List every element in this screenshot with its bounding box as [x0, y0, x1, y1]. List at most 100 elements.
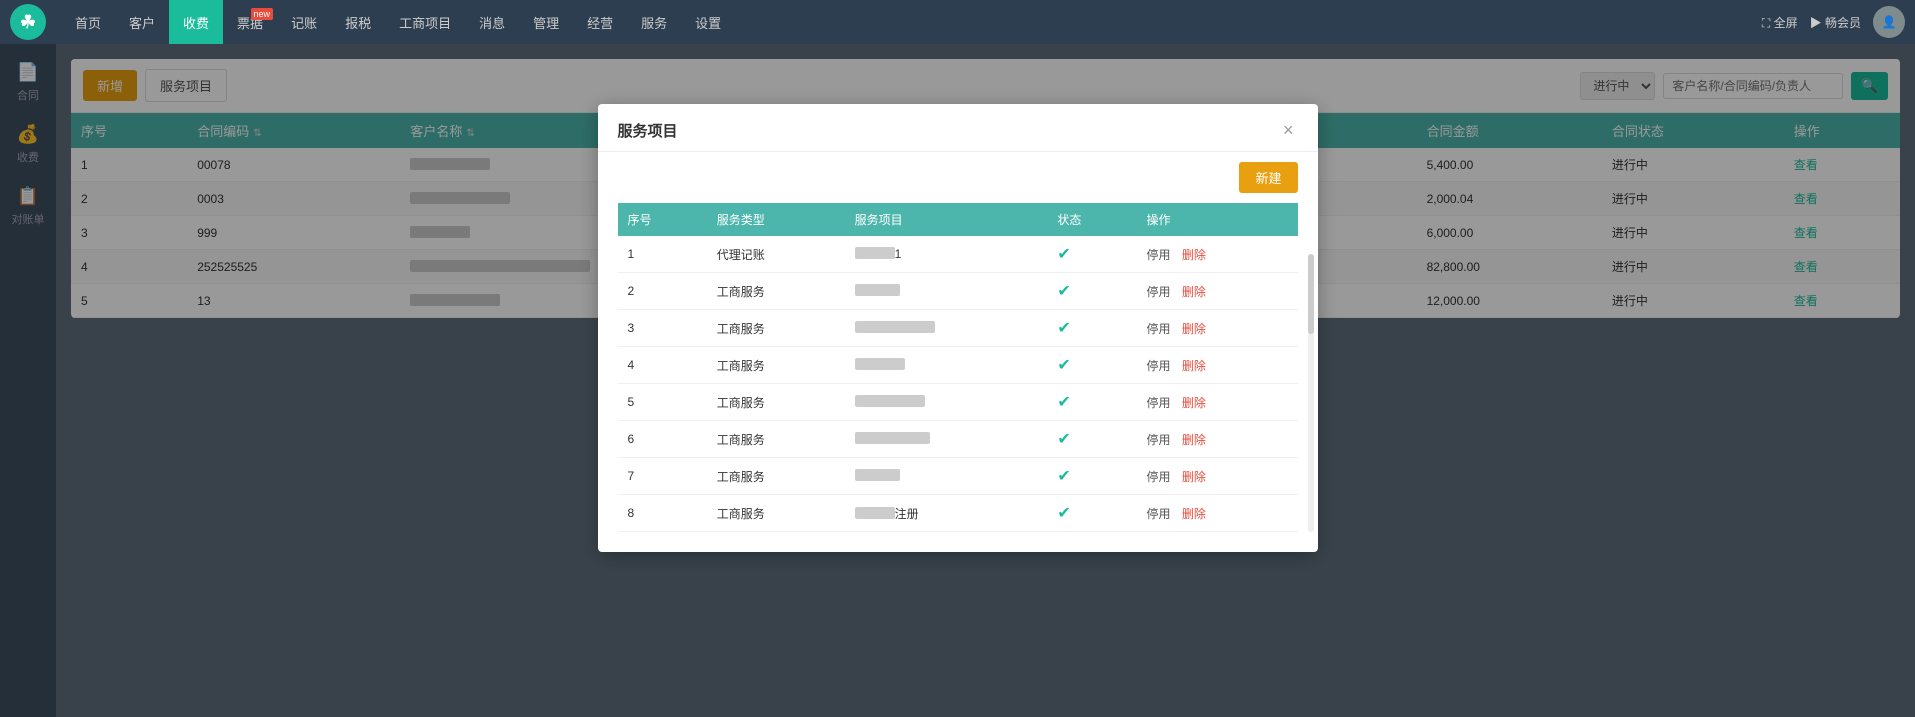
modal-cell-type: 工商服务: [707, 273, 845, 310]
modal-cell-item: 注册: [845, 495, 1048, 532]
modal-cell-status: ✔: [1047, 384, 1136, 421]
nav-customer[interactable]: 客户: [115, 0, 169, 44]
modal-table-row: 3 工商服务 ✔ 停用 删除: [618, 310, 1298, 347]
nav-manage[interactable]: 管理: [519, 0, 573, 44]
modal-cell-seq: 1: [618, 236, 707, 273]
nav-bookkeeping[interactable]: 记账: [277, 0, 331, 44]
status-check-icon: ✔: [1057, 283, 1070, 300]
modal-cell-item: [845, 310, 1048, 347]
status-check-icon: ✔: [1057, 394, 1070, 411]
stop-action[interactable]: 停用: [1147, 433, 1171, 447]
nav-home[interactable]: 首页: [61, 0, 115, 44]
modal-table-row: 7 工商服务 ✔ 停用 删除: [618, 458, 1298, 495]
modal-cell-actions: 停用 删除: [1137, 384, 1298, 421]
stop-action[interactable]: 停用: [1147, 396, 1171, 410]
modal-cell-type: 工商服务: [707, 384, 845, 421]
modal-cell-type: 工商服务: [707, 347, 845, 384]
modal-cell-item: [845, 347, 1048, 384]
modal-cell-actions: 停用 删除: [1137, 495, 1298, 532]
modal-cell-actions: 停用 删除: [1137, 458, 1298, 495]
modal-cell-seq: 5: [618, 384, 707, 421]
modal-cell-type: 工商服务: [707, 310, 845, 347]
nav-tax[interactable]: 报税: [331, 0, 385, 44]
modal-cell-seq: 2: [618, 273, 707, 310]
delete-action[interactable]: 删除: [1182, 285, 1206, 299]
modal-cell-type: 工商服务: [707, 421, 845, 458]
stop-action[interactable]: 停用: [1147, 248, 1171, 262]
modal-cell-seq: 7: [618, 458, 707, 495]
status-check-icon: ✔: [1057, 505, 1070, 522]
modal-new-button[interactable]: 新建: [1239, 162, 1297, 193]
modal-title: 服务项目: [618, 120, 678, 141]
modal-cell-actions: 停用 删除: [1137, 421, 1298, 458]
modal-cell-status: ✔: [1047, 458, 1136, 495]
modal-cell-actions: 停用 删除: [1137, 347, 1298, 384]
top-right-actions: ⛶ 全屏 ▶ 畅会员 👤: [1762, 6, 1905, 38]
status-check-icon: ✔: [1057, 320, 1070, 337]
modal-table-row: 1 代理记账 1 ✔ 停用 删除: [618, 236, 1298, 273]
status-check-icon: ✔: [1057, 246, 1070, 263]
service-table: 序号 服务类型 服务项目 状态 操作 1 代理记账 1 ✔ 停用 删除 2 工商…: [618, 203, 1298, 532]
modal-cell-item: [845, 273, 1048, 310]
nav-service[interactable]: 服务: [627, 0, 681, 44]
stop-action[interactable]: 停用: [1147, 359, 1171, 373]
status-check-icon: ✔: [1057, 431, 1070, 448]
modal-table-header: 序号 服务类型 服务项目 状态 操作: [618, 203, 1298, 236]
delete-action[interactable]: 删除: [1182, 396, 1206, 410]
modal-cell-seq: 3: [618, 310, 707, 347]
delete-action[interactable]: 删除: [1182, 470, 1206, 484]
modal-close-button[interactable]: ×: [1279, 120, 1298, 141]
modal-cell-item: [845, 421, 1048, 458]
delete-action[interactable]: 删除: [1182, 322, 1206, 336]
modal-cell-type: 代理记账: [707, 236, 845, 273]
stop-action[interactable]: 停用: [1147, 285, 1171, 299]
status-check-icon: ✔: [1057, 468, 1070, 485]
modal-cell-item: 1: [845, 236, 1048, 273]
modal-cell-seq: 6: [618, 421, 707, 458]
avatar[interactable]: 👤: [1873, 6, 1905, 38]
status-check-icon: ✔: [1057, 357, 1070, 374]
modal-cell-status: ✔: [1047, 495, 1136, 532]
nav-invoice[interactable]: 票据 new: [223, 0, 277, 44]
modal-cell-type: 工商服务: [707, 495, 845, 532]
nav-message[interactable]: 消息: [465, 0, 519, 44]
modal-cell-type: 工商服务: [707, 458, 845, 495]
modal-col-seq: 序号: [618, 203, 707, 236]
modal-col-type: 服务类型: [707, 203, 845, 236]
stop-action[interactable]: 停用: [1147, 322, 1171, 336]
modal-table-row: 5 工商服务 ✔ 停用 删除: [618, 384, 1298, 421]
modal-cell-status: ✔: [1047, 347, 1136, 384]
nav-fee[interactable]: 收费: [169, 0, 223, 44]
stop-action[interactable]: 停用: [1147, 470, 1171, 484]
modal-header: 服务项目 ×: [598, 104, 1318, 152]
modal-toolbar: 新建: [598, 152, 1318, 203]
delete-action[interactable]: 删除: [1182, 433, 1206, 447]
modal-cell-actions: 停用 删除: [1137, 310, 1298, 347]
member-icon[interactable]: ▶ 畅会员: [1810, 14, 1861, 31]
app-logo: ☘: [10, 4, 46, 40]
nav-settings[interactable]: 设置: [681, 0, 735, 44]
modal-table-row: 6 工商服务 ✔ 停用 删除: [618, 421, 1298, 458]
nav-business[interactable]: 工商项目: [385, 0, 465, 44]
delete-action[interactable]: 删除: [1182, 248, 1206, 262]
new-badge: new: [251, 8, 274, 20]
modal-table-row: 8 工商服务 注册 ✔ 停用 删除: [618, 495, 1298, 532]
delete-action[interactable]: 删除: [1182, 507, 1206, 521]
modal-cell-actions: 停用 删除: [1137, 236, 1298, 273]
modal-col-status: 状态: [1047, 203, 1136, 236]
scrollbar-track[interactable]: [1308, 254, 1314, 532]
modal-col-item: 服务项目: [845, 203, 1048, 236]
fullscreen-icon[interactable]: ⛶ 全屏: [1762, 14, 1798, 31]
service-item-modal: 服务项目 × 新建 序号 服务类型 服务项目 状态 操作 1 代理记账: [598, 104, 1318, 552]
nav-operation[interactable]: 经营: [573, 0, 627, 44]
modal-body: 序号 服务类型 服务项目 状态 操作 1 代理记账 1 ✔ 停用 删除 2 工商…: [598, 203, 1318, 552]
modal-table-row: 4 工商服务 ✔ 停用 删除: [618, 347, 1298, 384]
modal-cell-actions: 停用 删除: [1137, 273, 1298, 310]
modal-cell-status: ✔: [1047, 421, 1136, 458]
modal-cell-seq: 8: [618, 495, 707, 532]
modal-cell-item: [845, 384, 1048, 421]
delete-action[interactable]: 删除: [1182, 359, 1206, 373]
stop-action[interactable]: 停用: [1147, 507, 1171, 521]
scrollbar-thumb[interactable]: [1308, 254, 1314, 334]
modal-cell-item: [845, 458, 1048, 495]
